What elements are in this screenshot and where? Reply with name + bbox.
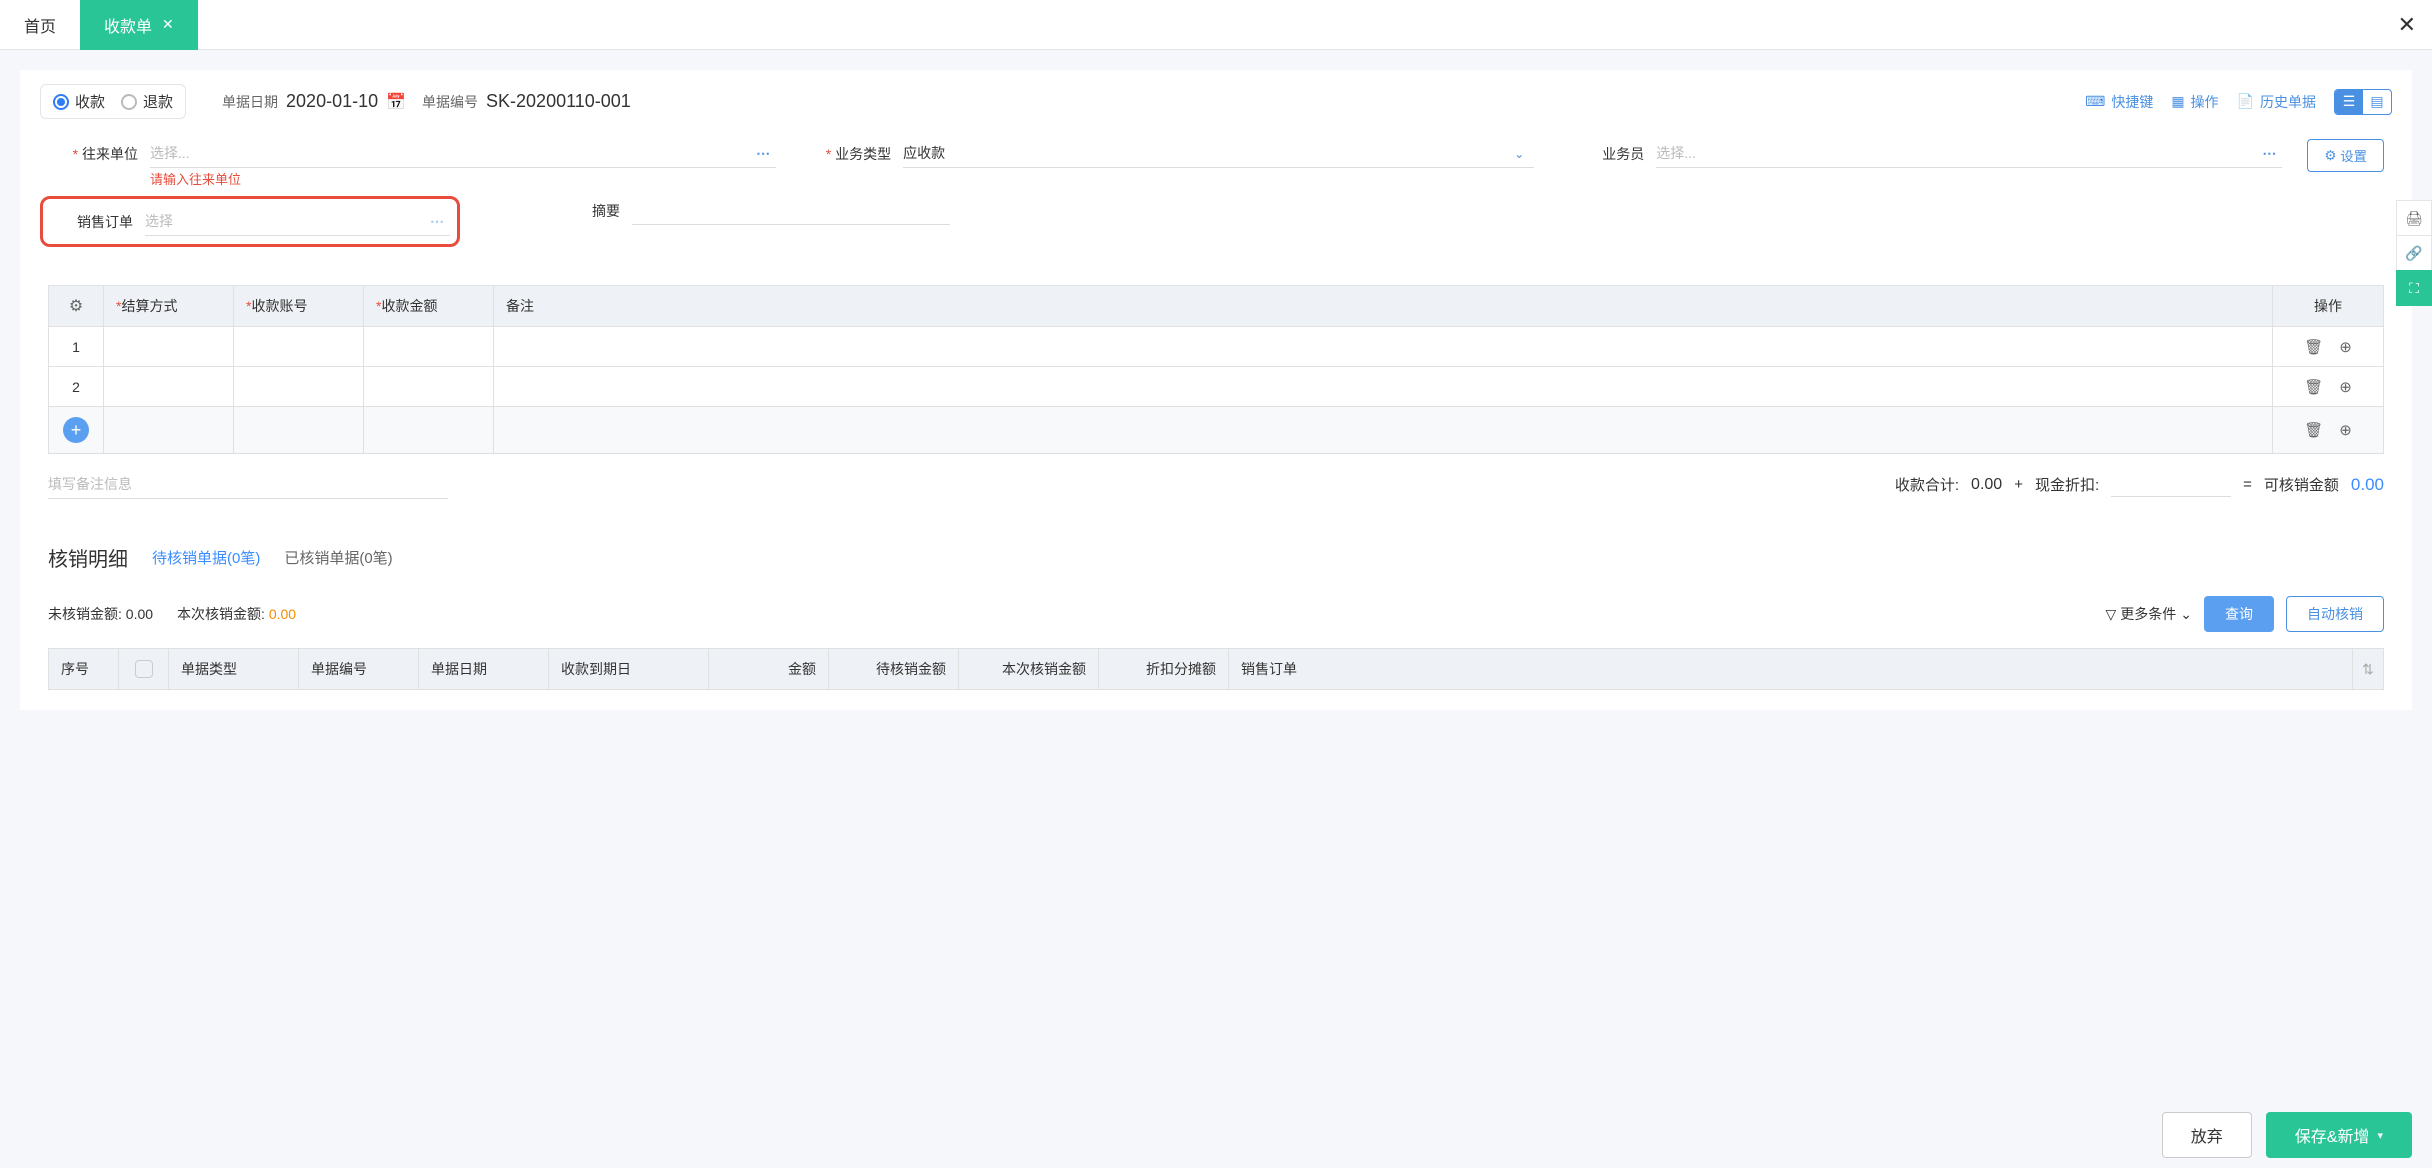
copy-icon[interactable]: ⊕ xyxy=(2339,378,2352,396)
doc-date-value[interactable]: 2020-01-10 xyxy=(286,91,378,112)
grid-row: 2 🗑 ⊕ xyxy=(49,367,2383,407)
cancel-button[interactable]: 放弃 xyxy=(2162,1112,2252,1158)
shortcut-link[interactable]: ⌨快捷键 xyxy=(2085,92,2153,112)
payment-grid: ⚙ 结算方式 收款账号 收款金额 备注 操作 1 🗑 ⊕ 2 🗑 ⊕ + xyxy=(48,285,2384,454)
settings-button[interactable]: ⚙设置 xyxy=(2307,139,2384,172)
ellipsis-icon[interactable]: ⋯ xyxy=(2262,145,2277,162)
salesorder-label: 销售订单 xyxy=(43,212,133,232)
remark-input[interactable] xyxy=(48,470,448,499)
view-list-icon[interactable]: ☰ xyxy=(2335,90,2363,114)
partner-input[interactable] xyxy=(150,139,776,168)
sort-icon[interactable]: ⇅ xyxy=(2353,649,2383,689)
gear-icon: ⚙ xyxy=(2324,148,2336,164)
add-row-button[interactable]: + xyxy=(63,417,89,443)
save-button[interactable]: 保存&新增 xyxy=(2266,1112,2412,1158)
doc-no-value: SK-20200110-001 xyxy=(486,91,631,112)
doc-date-label: 单据日期 xyxy=(222,92,278,112)
copy-icon[interactable]: ⊕ xyxy=(2339,421,2352,439)
total-label: 收款合计: xyxy=(1895,474,1959,495)
grid-icon: ▦ xyxy=(2171,93,2184,110)
history-link[interactable]: 📄历史单据 xyxy=(2237,92,2316,112)
col-disc: 折扣分摊额 xyxy=(1099,649,1229,689)
keyboard-icon: ⌨ xyxy=(2085,93,2105,110)
tab-home[interactable]: 首页 xyxy=(0,0,80,50)
doc-icon: 📄 xyxy=(2237,93,2254,110)
radio-icon xyxy=(53,94,69,110)
disc-label: 现金折扣: xyxy=(2035,474,2099,495)
tab-done[interactable]: 已核销单据(0笔) xyxy=(284,547,392,568)
ellipsis-icon[interactable]: ⋯ xyxy=(756,145,771,162)
writeoff-value: 0.00 xyxy=(2351,475,2384,495)
side-expand-icon[interactable]: ⛶ xyxy=(2396,270,2432,306)
select-all-checkbox[interactable] xyxy=(135,660,153,678)
radio-label: 退款 xyxy=(143,91,173,112)
col-pend: 待核销金额 xyxy=(829,649,959,689)
chevron-down-icon[interactable]: ⌄ xyxy=(1514,147,1524,161)
delete-icon[interactable]: 🗑 xyxy=(2304,421,2323,439)
col-no: 单据编号 xyxy=(299,649,419,689)
receipt-type-radio: 收款 退款 xyxy=(40,84,186,119)
operate-link[interactable]: ▦操作 xyxy=(2171,92,2218,112)
more-conditions[interactable]: ▽更多条件⌄ xyxy=(2105,604,2192,624)
gear-icon[interactable]: ⚙ xyxy=(49,286,104,326)
radio-receipt[interactable]: 收款 xyxy=(53,91,105,112)
radio-label: 收款 xyxy=(75,91,105,112)
tab-pending[interactable]: 待核销单据(0笔) xyxy=(152,547,260,568)
close-icon[interactable]: ✕ xyxy=(162,16,174,33)
discount-input[interactable] xyxy=(2111,473,2231,497)
col-amt: 金额 xyxy=(709,649,829,689)
detail-grid: 序号 单据类型 单据编号 单据日期 收款到期日 金额 待核销金额 本次核销金额 … xyxy=(48,648,2384,690)
ellipsis-icon[interactable]: ⋯ xyxy=(430,213,445,230)
thiswriteoff-label: 本次核销金额: xyxy=(177,606,265,622)
partner-error: 请输入往来单位 xyxy=(150,169,241,188)
col-acct: 收款账号 xyxy=(234,286,364,326)
side-print-icon[interactable]: 🖨 xyxy=(2396,200,2432,236)
col-settle: 结算方式 xyxy=(104,286,234,326)
summary-input[interactable] xyxy=(632,196,950,225)
salesorder-input[interactable] xyxy=(145,207,450,236)
delete-icon[interactable]: 🗑 xyxy=(2304,378,2323,396)
row-num: 1 xyxy=(49,327,104,366)
partner-label: 往来单位 xyxy=(48,144,138,164)
radio-refund[interactable]: 退款 xyxy=(121,91,173,112)
col-this: 本次核销金额 xyxy=(959,649,1099,689)
tabs-close-icon[interactable]: ✕ xyxy=(2398,12,2416,38)
biztype-label: 业务类型 xyxy=(801,144,891,164)
salesman-label: 业务员 xyxy=(1554,144,1644,164)
col-ops: 操作 xyxy=(2273,286,2383,326)
salesman-input[interactable] xyxy=(1656,139,2282,168)
copy-icon[interactable]: ⊕ xyxy=(2339,338,2352,356)
tab-receipt[interactable]: 收款单 ✕ xyxy=(80,0,198,50)
col-seq: 序号 xyxy=(49,649,119,689)
calendar-icon[interactable]: 📅 xyxy=(386,92,406,112)
biztype-input[interactable] xyxy=(903,139,1534,168)
query-button[interactable]: 查询 xyxy=(2204,596,2274,632)
chevron-down-icon: ⌄ xyxy=(2180,606,2192,623)
col-note: 备注 xyxy=(494,286,2273,326)
tab-label: 收款单 xyxy=(104,13,152,37)
col-amt: 收款金额 xyxy=(364,286,494,326)
radio-icon xyxy=(121,94,137,110)
doc-no-label: 单据编号 xyxy=(422,92,478,112)
side-link-icon[interactable]: 🔗 xyxy=(2396,235,2432,271)
row-num: 2 xyxy=(49,367,104,406)
writeoff-label: 可核销金额 xyxy=(2264,474,2339,495)
col-date: 单据日期 xyxy=(419,649,549,689)
view-card-icon[interactable]: ▤ xyxy=(2363,90,2391,114)
grid-row-add: + 🗑 ⊕ xyxy=(49,407,2383,453)
view-toggle: ☰ ▤ xyxy=(2334,89,2392,115)
unwriteoff-val: 0.00 xyxy=(126,606,153,622)
auto-writeoff-button[interactable]: 自动核销 xyxy=(2286,596,2384,632)
summary-label: 摘要 xyxy=(530,201,620,221)
delete-icon[interactable]: 🗑 xyxy=(2304,338,2323,356)
unwriteoff-label: 未核销金额: xyxy=(48,606,122,622)
section-title: 核销明细 xyxy=(48,543,128,572)
total-value: 0.00 xyxy=(1971,476,2002,494)
thiswriteoff-val: 0.00 xyxy=(269,606,296,622)
col-due: 收款到期日 xyxy=(549,649,709,689)
col-type: 单据类型 xyxy=(169,649,299,689)
grid-row: 1 🗑 ⊕ xyxy=(49,327,2383,367)
col-order: 销售订单 xyxy=(1229,649,2353,689)
filter-icon: ▽ xyxy=(2105,606,2116,623)
